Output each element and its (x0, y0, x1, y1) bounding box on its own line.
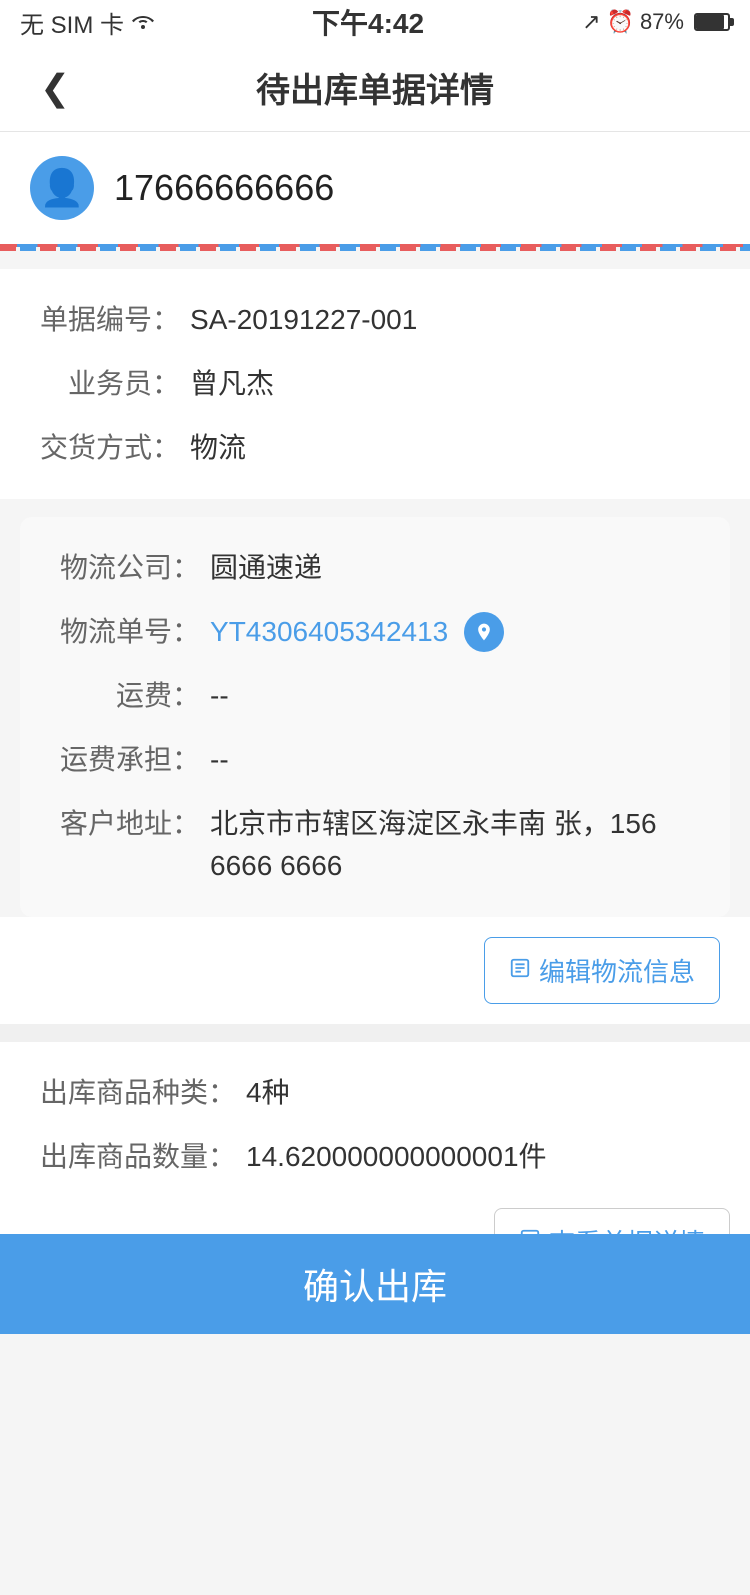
tracking-value-container: YT4306405342413 (200, 611, 504, 653)
logistics-company-row: 物流公司： 圆通速递 (60, 547, 690, 589)
track-location-button[interactable] (464, 612, 504, 652)
goods-section: 出库商品种类： 4种 出库商品数量： 14.620000000000001件 (0, 1042, 750, 1208)
battery-icon (694, 13, 730, 31)
edit-icon (509, 955, 531, 986)
back-button[interactable]: ❮ (30, 57, 80, 119)
customer-phone: 17666666666 (114, 167, 334, 209)
edit-logistics-row: 编辑物流信息 (0, 917, 750, 1024)
address-value: 北京市市辖区海淀区永丰南 张，156 6666 6666 (210, 803, 690, 887)
battery-percent: 87% (640, 9, 684, 35)
location-icon: ↗ (582, 9, 600, 35)
wifi-icon (132, 8, 154, 36)
address-row: 客户地址： 北京市市辖区海淀区永丰南 张，156 6666 6666 (60, 803, 690, 887)
section-divider (0, 1024, 750, 1042)
avatar-icon: 👤 (40, 167, 85, 209)
salesman-value: 曾凡杰 (190, 363, 710, 405)
goods-quantity-value: 14.620000000000001件 (246, 1136, 710, 1178)
confirm-label: 确认出库 (303, 1266, 447, 1307)
logistics-company-label: 物流公司： (60, 547, 200, 589)
edit-logistics-button[interactable]: 编辑物流信息 (484, 937, 720, 1004)
address-label: 客户地址： (60, 803, 200, 845)
status-right: ↗ ⏰ 87% (582, 9, 730, 35)
avatar: 👤 (30, 156, 94, 220)
goods-type-label: 出库商品种类： (40, 1072, 236, 1114)
status-time: 下午4:42 (312, 2, 424, 42)
logistics-tracking-label: 物流单号： (60, 611, 200, 653)
document-info-section: 单据编号： SA-20191227-001 业务员： 曾凡杰 交货方式： 物流 (0, 269, 750, 499)
carrier-label: 无 SIM 卡 (20, 5, 124, 40)
customer-header: 👤 17666666666 (0, 132, 750, 247)
freight-bear-value: -- (210, 739, 690, 781)
freight-bear-row: 运费承担： -- (60, 739, 690, 781)
alarm-icon: ⏰ (607, 9, 634, 35)
edit-logistics-label: 编辑物流信息 (539, 952, 695, 989)
delivery-label: 交货方式： (40, 427, 180, 469)
dashed-divider (0, 247, 750, 251)
freight-row: 运费： -- (60, 675, 690, 717)
goods-type-value: 4种 (246, 1072, 710, 1114)
salesman-row: 业务员： 曾凡杰 (40, 363, 710, 405)
logistics-tracking-row: 物流单号： YT4306405342413 (60, 611, 690, 653)
salesman-label: 业务员： (40, 363, 180, 405)
logistics-company-value: 圆通速递 (210, 547, 690, 589)
nav-bar: ❮ 待出库单据详情 (0, 44, 750, 132)
page-title: 待出库单据详情 (256, 63, 494, 112)
status-bar: 无 SIM 卡 下午4:42 ↗ ⏰ 87% (0, 0, 750, 44)
confirm-button[interactable]: 确认出库 (0, 1234, 750, 1334)
document-number-value: SA-20191227-001 (190, 299, 710, 341)
freight-label: 运费： (60, 675, 200, 717)
goods-quantity-label: 出库商品数量： (40, 1136, 236, 1178)
document-number-label: 单据编号： (40, 299, 180, 341)
goods-type-row: 出库商品种类： 4种 (40, 1072, 710, 1114)
freight-bear-label: 运费承担： (60, 739, 200, 781)
delivery-row: 交货方式： 物流 (40, 427, 710, 469)
freight-value: -- (210, 675, 690, 717)
logistics-card: 物流公司： 圆通速递 物流单号： YT4306405342413 运费： -- … (20, 517, 730, 917)
logistics-tracking-value: YT4306405342413 (210, 611, 448, 653)
goods-quantity-row: 出库商品数量： 14.620000000000001件 (40, 1136, 710, 1178)
document-number-row: 单据编号： SA-20191227-001 (40, 299, 710, 341)
status-left: 无 SIM 卡 (20, 5, 154, 40)
delivery-value: 物流 (190, 427, 710, 469)
